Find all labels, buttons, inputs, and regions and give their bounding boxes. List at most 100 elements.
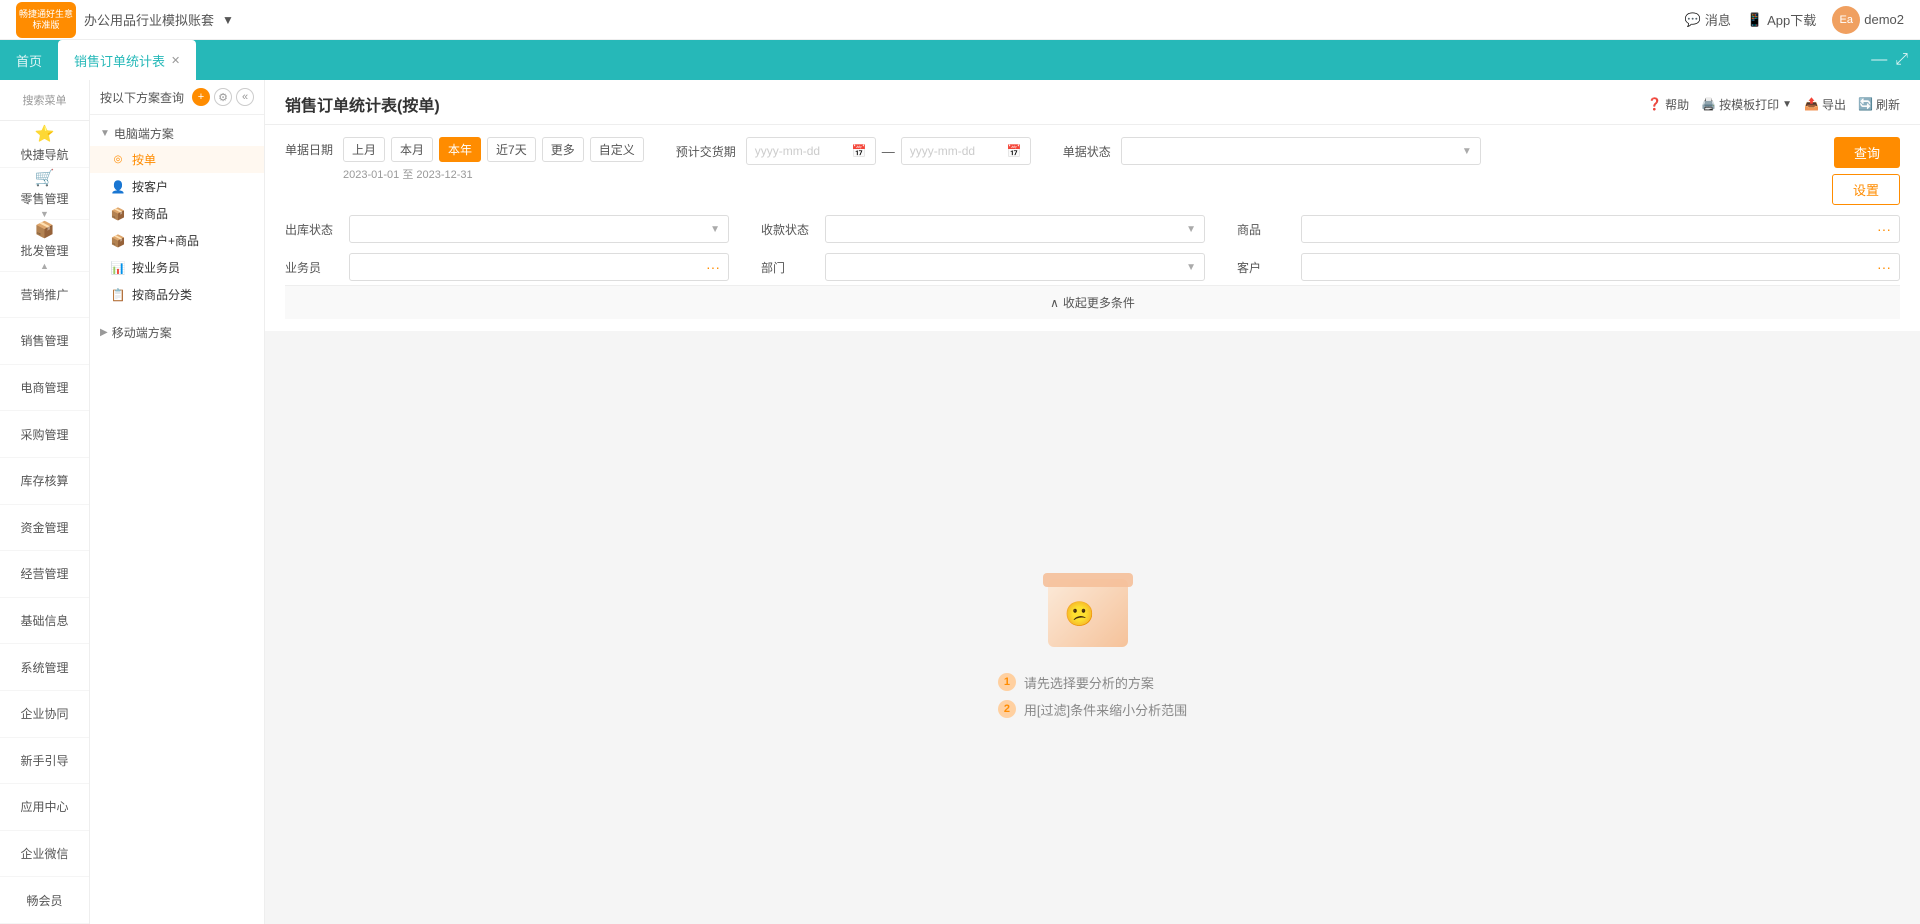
- date-btn-custom[interactable]: 自定义: [590, 137, 644, 162]
- by-category-icon: 📋: [110, 287, 126, 303]
- refresh-icon: 🔄: [1858, 97, 1873, 111]
- tab-home[interactable]: 首页: [0, 40, 58, 80]
- tab-sales-order-stats[interactable]: 销售订单统计表 ✕: [58, 40, 196, 80]
- date-btn-7days[interactable]: 近7天: [487, 137, 536, 162]
- export-button[interactable]: 📤 导出: [1804, 96, 1846, 113]
- department-select[interactable]: ▼: [825, 253, 1205, 281]
- app-download-button[interactable]: 📱 App下载: [1747, 10, 1816, 29]
- retail-icon: 🛒: [35, 168, 55, 188]
- collapse-panel-button[interactable]: «: [236, 88, 254, 106]
- sidebar-item-sales-mgmt[interactable]: 销售管理: [0, 318, 89, 365]
- goods-input[interactable]: ···: [1301, 215, 1900, 243]
- hint-num-2: 2: [998, 700, 1016, 718]
- scheme-by-category[interactable]: 📋 按商品分类: [90, 281, 264, 308]
- search-menu-label[interactable]: 搜索菜单: [8, 88, 81, 112]
- query-button[interactable]: 查询: [1834, 137, 1900, 168]
- sidebar-item-member[interactable]: 畅会员: [0, 877, 89, 924]
- topbar-title: 办公用品行业模拟账套: [84, 10, 214, 29]
- settings-button[interactable]: 设置: [1832, 174, 1900, 205]
- bill-status-label: 单据状态: [1063, 143, 1115, 160]
- mobile-scheme-section: ▶ 移动端方案: [90, 314, 264, 351]
- tab-minimize-button[interactable]: —: [1871, 51, 1887, 69]
- empty-illustration: 😕: [1033, 537, 1153, 657]
- date-separator: —: [882, 144, 895, 159]
- salesperson-input[interactable]: ···: [349, 253, 729, 281]
- empty-state: 😕 1 请先选择要分析的方案 2 用[过滤]条件来缩小分析范围: [265, 331, 1920, 924]
- expected-end-input[interactable]: yyyy-mm-dd 📅: [901, 137, 1031, 165]
- right-content: 销售订单统计表(按单) ❓ 帮助 🖨️ 按模板打印 ▼ 📤 导出: [265, 80, 1920, 924]
- print-arrow: ▼: [1782, 99, 1792, 110]
- calendar-icon: 📅: [852, 144, 867, 158]
- sidebar-shortcut[interactable]: ⭐ 快捷导航: [0, 121, 89, 168]
- message-button[interactable]: 💬 消息: [1685, 10, 1731, 29]
- customer-input[interactable]: ···: [1301, 253, 1900, 281]
- tabbar: 首页 销售订单统计表 ✕ — ⤢: [0, 40, 1920, 80]
- main-layout: 搜索菜单 ⭐ 快捷导航 🛒 零售管理 ▼ 📦 批发管理 ▲ 营销推广 销售管理 …: [0, 80, 1920, 924]
- page-header: 销售订单统计表(按单) ❓ 帮助 🖨️ 按模板打印 ▼ 📤 导出: [265, 80, 1920, 125]
- scheme-by-cust-goods[interactable]: 📦 按客户+商品: [90, 227, 264, 254]
- sidebar-item-enterprise[interactable]: 企业协同: [0, 691, 89, 738]
- sidebar-item-inventory[interactable]: 库存核算: [0, 458, 89, 505]
- customer-label: 客户: [1237, 259, 1289, 276]
- empty-hint-1: 1 请先选择要分析的方案: [998, 673, 1187, 692]
- add-scheme-button[interactable]: +: [192, 88, 210, 106]
- shipment-status-select[interactable]: ▼: [349, 215, 729, 243]
- receipt-status-label: 收款状态: [761, 221, 813, 238]
- expected-start-input[interactable]: yyyy-mm-dd 📅: [746, 137, 876, 165]
- date-btn-this-month[interactable]: 本月: [391, 137, 433, 162]
- scheme-by-goods[interactable]: 📦 按商品: [90, 200, 264, 227]
- receipt-status-select[interactable]: ▼: [825, 215, 1205, 243]
- sidebar-item-newbie[interactable]: 新手引导: [0, 738, 89, 785]
- sidebar-item-wholesale[interactable]: 📦 批发管理 ▲: [0, 220, 89, 272]
- by-customer-icon: 👤: [110, 179, 126, 195]
- date-buttons: 上月 本月 本年 近7天 更多 自定义: [343, 137, 644, 162]
- date-btn-more[interactable]: 更多: [542, 137, 584, 162]
- retail-arrow: ▼: [40, 209, 49, 219]
- sidebar-item-wechat[interactable]: 企业微信: [0, 831, 89, 878]
- help-button[interactable]: ❓ 帮助: [1647, 96, 1689, 113]
- tab-close-icon[interactable]: ✕: [171, 54, 180, 67]
- box-face: 😕: [1065, 600, 1095, 629]
- empty-hints: 1 请先选择要分析的方案 2 用[过滤]条件来缩小分析范围: [998, 673, 1187, 719]
- content-area: 按以下方案查询 + ⚙ « ▼ 电脑端方案 ◎ 按单 👤 按客户: [90, 80, 1920, 924]
- print-icon: 🖨️: [1701, 97, 1716, 111]
- date-btn-this-year[interactable]: 本年: [439, 137, 481, 162]
- scheme-by-order[interactable]: ◎ 按单: [90, 146, 264, 173]
- avatar: Ea: [1832, 6, 1860, 34]
- sidebar-item-appcenter[interactable]: 应用中心: [0, 784, 89, 831]
- tab-maximize-button[interactable]: ⤢: [1895, 51, 1908, 69]
- pc-section-title[interactable]: ▼ 电脑端方案: [90, 121, 264, 146]
- dept-arrow: ▼: [1186, 262, 1196, 273]
- sidebar-item-marketing[interactable]: 营销推广: [0, 272, 89, 319]
- collapse-icon: ∧: [1050, 296, 1059, 310]
- sidebar-item-retail[interactable]: 🛒 零售管理 ▼: [0, 168, 89, 220]
- sidebar-item-basic[interactable]: 基础信息: [0, 598, 89, 645]
- sidebar-item-operations[interactable]: 经营管理: [0, 551, 89, 598]
- mobile-section-title[interactable]: ▶ 移动端方案: [90, 320, 264, 345]
- collapse-bar[interactable]: ∧ 收起更多条件: [285, 285, 1900, 319]
- logo-text: 畅捷通好生意 标准版: [19, 9, 73, 31]
- help-icon: ❓: [1647, 97, 1662, 111]
- topbar: 畅捷通好生意 标准版 办公用品行业模拟账套 ▼ 💬 消息 📱 App下载 Ea …: [0, 0, 1920, 40]
- sidebar-item-finance[interactable]: 资金管理: [0, 505, 89, 552]
- filter-actions: 查询 设置: [1832, 137, 1900, 205]
- bill-status-select[interactable]: ▼: [1121, 137, 1481, 165]
- print-button[interactable]: 🖨️ 按模板打印 ▼: [1701, 96, 1792, 113]
- settings-scheme-button[interactable]: ⚙: [214, 88, 232, 106]
- topbar-left: 畅捷通好生意 标准版 办公用品行业模拟账套 ▼: [16, 2, 234, 38]
- date-label: 单据日期: [285, 141, 337, 158]
- scheme-by-staff[interactable]: 📊 按业务员: [90, 254, 264, 281]
- sidebar-item-purchase[interactable]: 采购管理: [0, 411, 89, 458]
- scheme-by-customer[interactable]: 👤 按客户: [90, 173, 264, 200]
- sidebar-item-ecom[interactable]: 电商管理: [0, 365, 89, 412]
- pc-section-arrow: ▼: [100, 128, 110, 139]
- refresh-button[interactable]: 🔄 刷新: [1858, 96, 1900, 113]
- date-btn-prev-month[interactable]: 上月: [343, 137, 385, 162]
- sidebar-item-system[interactable]: 系统管理: [0, 644, 89, 691]
- user-menu[interactable]: Ea demo2: [1832, 6, 1904, 34]
- shortcut-icon: ⭐: [35, 124, 55, 144]
- topbar-dropdown[interactable]: ▼: [222, 13, 234, 27]
- sidebar: 搜索菜单 ⭐ 快捷导航 🛒 零售管理 ▼ 📦 批发管理 ▲ 营销推广 销售管理 …: [0, 80, 90, 924]
- filter-area: 单据日期 上月 本月 本年 近7天 更多 自定义 2023-01-01 至 20…: [265, 125, 1920, 331]
- customer-dots: ···: [1877, 259, 1891, 275]
